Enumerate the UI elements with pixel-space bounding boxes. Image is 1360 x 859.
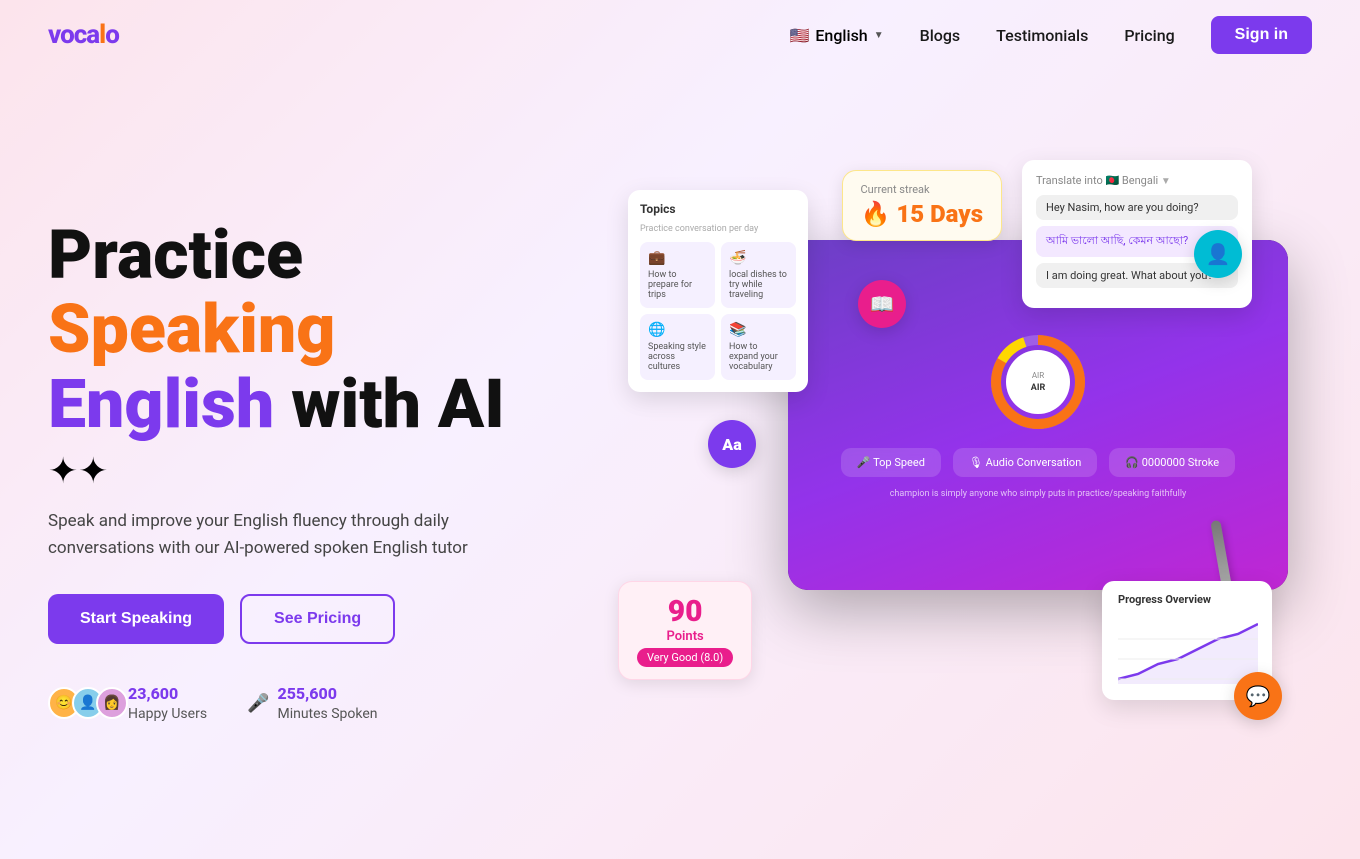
tablet-text: champion is simply anyone who simply put… [890,489,1187,499]
avatar-3: 👩 [96,687,128,719]
points-number: 90 [637,594,733,629]
start-speaking-button[interactable]: Start Speaking [48,594,224,644]
topic-2: 🍜 local dishes to try while traveling [721,242,796,308]
avatar-group: 😊 👤 👩 [48,687,120,719]
hero-description: Speak and improve your English fluency t… [48,508,528,562]
nav-testimonials[interactable]: Testimonials [996,26,1088,45]
topic-3: 🌐 Speaking style across cultures [640,314,715,380]
speaker-card-2: 🎙 Audio Conversation [953,448,1097,477]
streak-days: 🔥 15 Days [861,200,984,228]
svg-text:AIR: AIR [1031,383,1046,393]
users-label-text: Happy Users [128,706,207,722]
streak-title: Current streak [861,183,984,196]
topics-card: Topics Practice conversation per day 💼 H… [628,190,808,392]
streak-card: Current streak 🔥 15 Days [842,170,1003,241]
points-label: Points [637,629,733,644]
hero-buttons: Start Speaking See Pricing [48,594,608,644]
score-ring: AIR AIR [988,332,1088,432]
minutes-count: 255,600 [277,684,336,703]
chat-icon-bubble: 💬 [1234,672,1282,720]
topics-subtitle: Practice conversation per day [640,224,796,234]
text-style-bubble: Aa [708,420,756,468]
chat-english: Hey Nasim, how are you doing? [1036,195,1238,220]
speaker-card-1: 🎤 Top Speed [841,448,941,477]
sparkle-icon: ✦✦ [48,450,608,492]
signin-button[interactable]: Sign in [1211,16,1312,54]
hero-with-ai: with AI [291,364,505,444]
speaker-cards: 🎤 Top Speed 🎙 Audio Conversation 🎧 00000… [841,448,1235,477]
language-label: English [815,26,867,45]
nav-blogs[interactable]: Blogs [920,26,961,45]
nav-links: 🇺🇸 English ▼ Blogs Testimonials Pricing … [789,16,1312,54]
user-icon-bubble: 👤 [1194,230,1242,278]
points-card: 90 Points Very Good (8.0) [618,581,752,680]
progress-title: Progress Overview [1118,593,1256,606]
microphone-icon: 🎤 [247,693,269,714]
hero-english: English [48,364,274,444]
translate-header: Translate into 🇧🇩 Bengali ▼ [1036,174,1238,187]
hero-right: Topics Practice conversation per day 💼 H… [608,160,1312,780]
logo[interactable]: vocalo [48,20,119,50]
chevron-down-icon: ▼ [874,30,884,41]
stats-row: 😊 👤 👩 23,600 Happy Users 🎤 255,600 Minut… [48,684,608,722]
minutes-count-group: 255,600 Minutes Spoken [277,684,377,722]
minutes-label: Minutes Spoken [277,706,377,722]
navbar: vocalo 🇺🇸 English ▼ Blogs Testimonials P… [0,0,1360,70]
language-selector[interactable]: 🇺🇸 English ▼ [789,26,883,45]
points-grade: Very Good (8.0) [637,648,733,667]
see-pricing-button[interactable]: See Pricing [240,594,395,644]
nav-pricing[interactable]: Pricing [1124,26,1174,45]
flag-icon: 🇺🇸 [789,26,809,45]
progress-chart [1118,614,1258,684]
topic-4: 📚 How to expand your vocabulary [721,314,796,380]
users-count-group: 23,600 Happy Users [128,684,207,722]
topic-1: 💼 How to prepare for trips [640,242,715,308]
hero-section: Practice Speaking English with AI ✦✦ Spe… [0,70,1360,830]
topics-card-title: Topics [640,202,796,216]
minutes-stat: 🎤 255,600 Minutes Spoken [247,684,377,722]
hero-line1: Practice [48,215,303,295]
users-stat: 😊 👤 👩 23,600 Happy Users [48,684,207,722]
hero-left: Practice Speaking English with AI ✦✦ Spe… [48,218,608,723]
svg-text:AIR: AIR [1032,371,1044,380]
users-count: 23,600 [128,684,178,703]
speaker-card-3: 🎧 0000000 Stroke [1109,448,1235,477]
hero-title: Practice Speaking English with AI [48,218,608,442]
reading-icon-bubble: 📖 [858,280,906,328]
hero-speaking: Speaking [48,289,335,369]
